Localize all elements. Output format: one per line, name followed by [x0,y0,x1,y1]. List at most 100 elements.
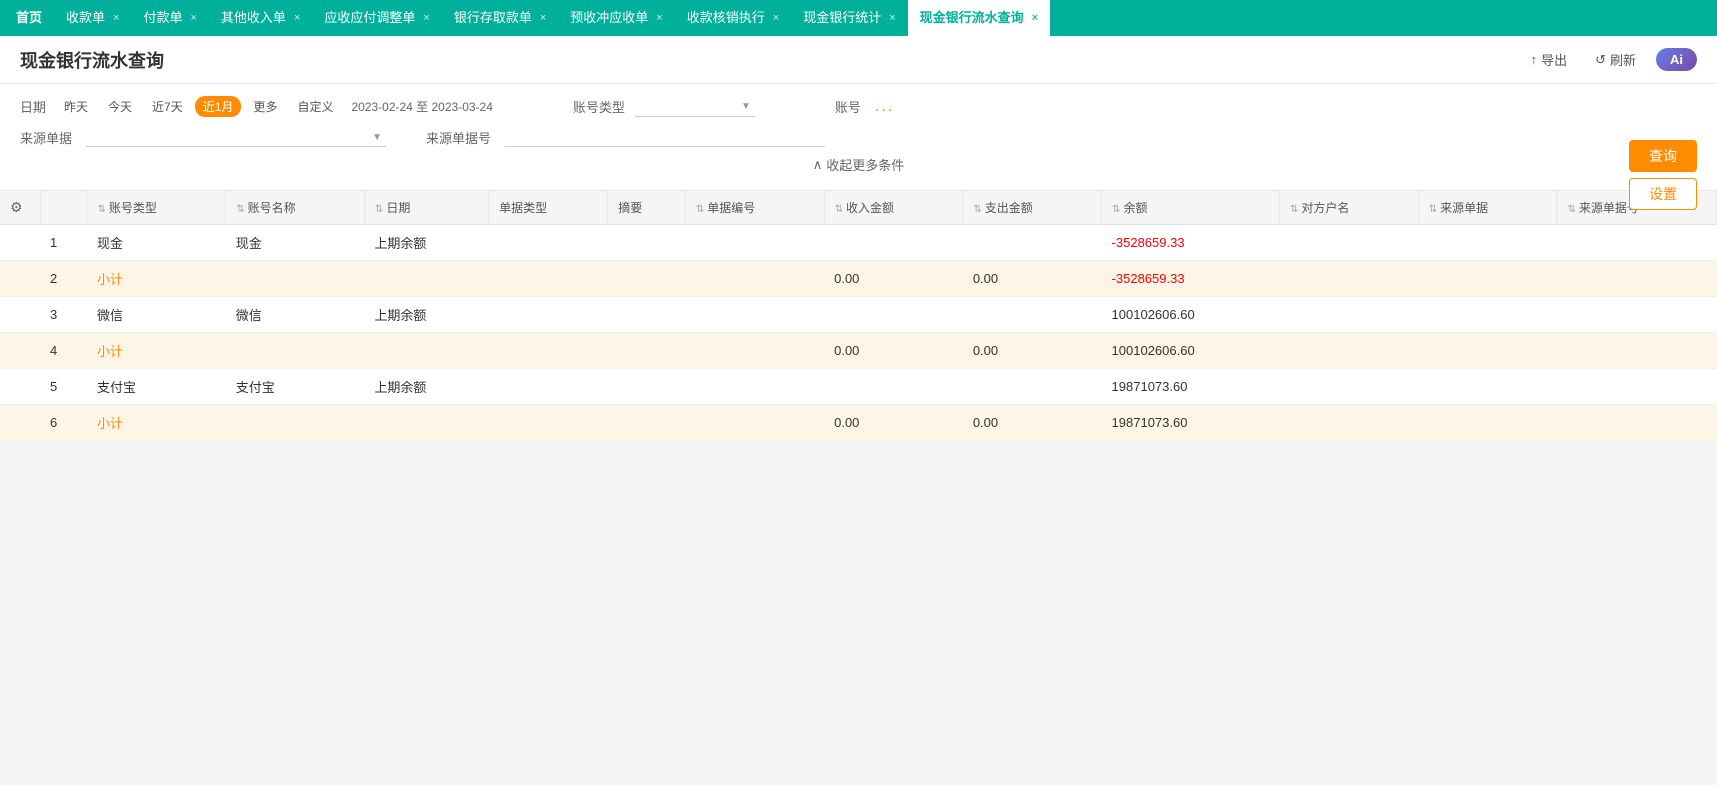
nav-close-收款单[interactable]: × [113,0,119,36]
row-date [364,261,488,297]
refresh-button[interactable]: ↺ 刷新 [1587,46,1644,73]
table-settings-icon[interactable]: ⚙ [10,199,23,215]
row-summary [608,225,686,261]
source-doc-select[interactable] [86,127,386,147]
row-account-name [226,333,365,369]
row-account-name: 现金 [226,225,365,261]
row-settings-cell [0,333,40,369]
row-account-type: 支付宝 [87,369,226,405]
nav-close-应收应付调整单[interactable]: × [423,0,429,36]
col-account-type[interactable]: ⇅账号类型 [87,191,226,225]
date-btn-1month[interactable]: 近1月 [195,96,242,117]
nav-item-收款单[interactable]: 收款单× [54,0,131,36]
collapse-bar[interactable]: ∧ 收起更多条件 [20,151,1697,178]
nav-item-收款核销执行[interactable]: 收款核销执行× [675,0,791,36]
ai-button[interactable]: Ai [1656,48,1697,71]
date-btn-custom[interactable]: 自定义 [289,96,341,117]
filter-area: 日期 昨天 今天 近7天 近1月 更多 自定义 2023-02-24 至 202… [0,84,1717,191]
col-expense[interactable]: ⇅支出金额 [963,191,1102,225]
date-btn-yesterday[interactable]: 昨天 [56,96,96,117]
row-account-name: 微信 [226,297,365,333]
source-doc-select-wrapper[interactable] [86,127,386,147]
collapse-icon: ∧ [813,157,823,173]
row-index: 4 [40,333,87,369]
date-btn-today[interactable]: 今天 [100,96,140,117]
row-counterpart [1280,261,1419,297]
date-label: 日期 [20,97,46,116]
nav-item-现金银行统计[interactable]: 现金银行统计× [791,0,907,36]
row-income [824,369,963,405]
row-doc-no [685,405,824,441]
row-doc-type [489,225,608,261]
source-doc-group: 来源单据 [20,127,386,147]
data-table: ⚙ ⇅账号类型 ⇅账号名称 ⇅日期 单据类型 摘要 ⇅单据编号 ⇅收入金额 ⇅支… [0,191,1717,441]
row-date: 上期余额 [364,297,488,333]
nav-close-预收冲应收单[interactable]: × [656,0,662,36]
source-doc-no-input[interactable] [505,127,825,147]
row-expense: 0.00 [963,405,1102,441]
account-type-label: 账号类型 [573,97,625,116]
nav-close-付款单[interactable]: × [190,0,196,36]
account-type-select-wrapper[interactable]: 现金 微信 支付宝 [635,97,755,117]
nav-close-银行存取款单[interactable]: × [540,0,546,36]
nav-item-首页[interactable]: 首页 [4,0,54,36]
row-balance: -3528659.33 [1102,225,1280,261]
col-date[interactable]: ⇅日期 [364,191,488,225]
row-settings-cell [0,405,40,441]
col-counterpart[interactable]: ⇅对方户名 [1280,191,1419,225]
page-header: 现金银行流水查询 ↑ 导出 ↺ 刷新 Ai [0,36,1717,84]
row-counterpart [1280,297,1419,333]
col-doc-no[interactable]: ⇅单据编号 [685,191,824,225]
col-summary: 摘要 [608,191,686,225]
row-source-doc-no [1557,333,1717,369]
row-balance: 100102606.60 [1102,333,1280,369]
col-account-name[interactable]: ⇅账号名称 [226,191,365,225]
row-expense [963,369,1102,405]
row-account-type: 现金 [87,225,226,261]
row-source-doc [1418,297,1557,333]
row-summary [608,261,686,297]
row-expense [963,297,1102,333]
nav-item-其他收入单[interactable]: 其他收入单× [209,0,312,36]
nav-close-其他收入单[interactable]: × [294,0,300,36]
source-doc-no-group: 来源单据号 [426,127,825,147]
row-income [824,225,963,261]
row-doc-no [685,261,824,297]
collapse-label: 收起更多条件 [826,155,904,174]
settings-button[interactable]: 设置 [1629,178,1697,210]
nav-item-付款单[interactable]: 付款单× [131,0,208,36]
refresh-icon: ↺ [1595,52,1606,68]
row-balance: 19871073.60 [1102,405,1280,441]
col-index [40,191,87,225]
row-balance: 19871073.60 [1102,369,1280,405]
nav-item-预收冲应收单[interactable]: 预收冲应收单× [558,0,674,36]
row-summary [608,297,686,333]
nav-close-现金银行流水查询[interactable]: × [1032,0,1038,36]
row-summary [608,405,686,441]
row-doc-no [685,333,824,369]
account-filter-group: 账号 ... [835,97,894,116]
account-type-select[interactable]: 现金 微信 支付宝 [635,97,755,117]
row-source-doc [1418,369,1557,405]
date-btn-7days[interactable]: 近7天 [144,96,191,117]
nav-item-现金银行流水查询[interactable]: 现金银行流水查询× [908,0,1050,36]
date-btn-more[interactable]: 更多 [245,96,285,117]
nav-close-现金银行统计[interactable]: × [889,0,895,36]
nav-close-收款核销执行[interactable]: × [773,0,779,36]
export-button[interactable]: ↑ 导出 [1523,46,1576,73]
row-source-doc [1418,405,1557,441]
query-button[interactable]: 查询 [1629,140,1697,172]
col-income[interactable]: ⇅收入金额 [824,191,963,225]
row-doc-type [489,261,608,297]
col-source-doc[interactable]: ⇅来源单据 [1418,191,1557,225]
row-balance: 100102606.60 [1102,297,1280,333]
nav-item-银行存取款单[interactable]: 银行存取款单× [442,0,558,36]
table-container: ⚙ ⇅账号类型 ⇅账号名称 ⇅日期 单据类型 摘要 ⇅单据编号 ⇅收入金额 ⇅支… [0,191,1717,441]
row-settings-cell [0,369,40,405]
account-dots[interactable]: ... [875,98,894,116]
col-balance[interactable]: ⇅余额 [1102,191,1280,225]
row-income: 0.00 [824,333,963,369]
nav-item-应收应付调整单[interactable]: 应收应付调整单× [312,0,441,36]
col-settings[interactable]: ⚙ [0,191,40,225]
row-income: 0.00 [824,405,963,441]
